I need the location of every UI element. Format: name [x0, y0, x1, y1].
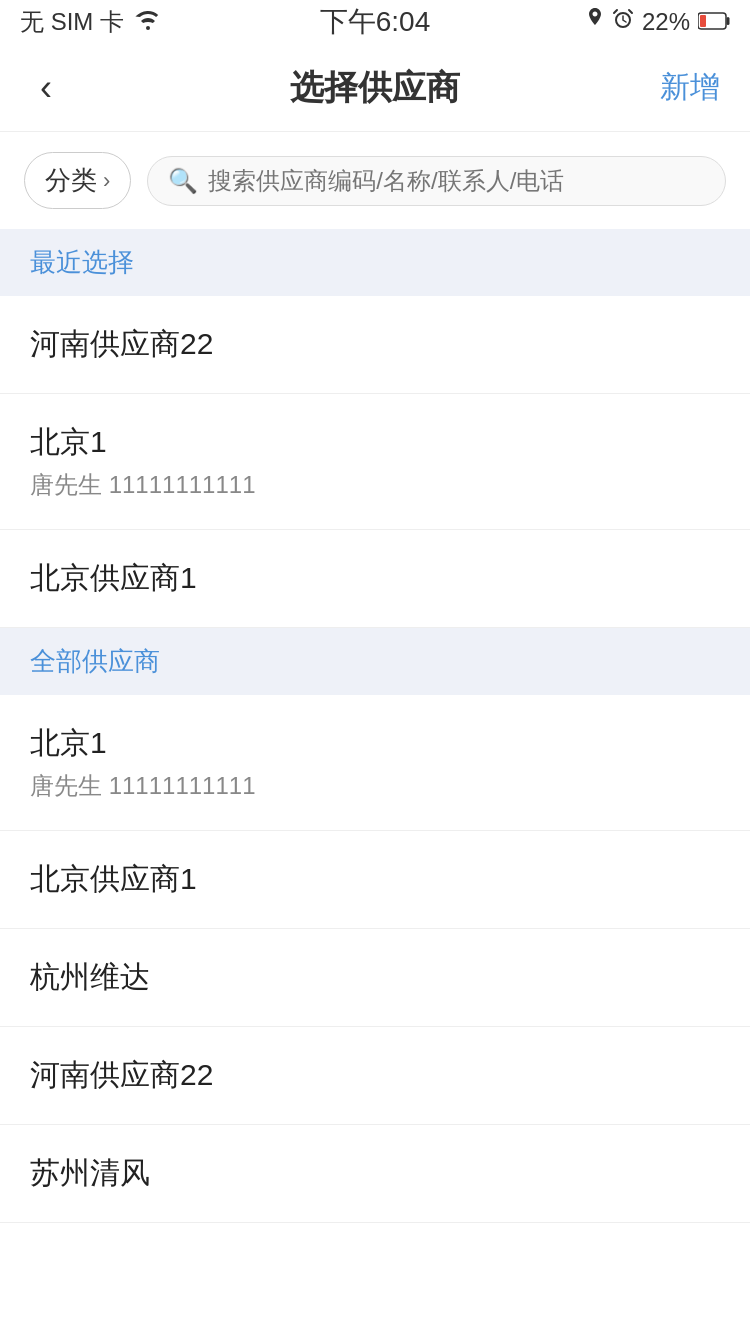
- battery-icon: [698, 8, 730, 36]
- item-name: 河南供应商22: [30, 1055, 720, 1096]
- recent-section-label: 最近选择: [30, 247, 134, 277]
- nav-bar: ‹ 选择供应商 新增: [0, 44, 750, 132]
- list-item[interactable]: 北京供应商1: [0, 530, 750, 628]
- all-items-list: 北京1 唐先生 11111111111 北京供应商1 杭州维达 河南供应商22 …: [0, 695, 750, 1223]
- list-item[interactable]: 北京1 唐先生 11111111111: [0, 394, 750, 530]
- item-name: 河南供应商22: [30, 324, 720, 365]
- back-button[interactable]: ‹: [30, 57, 62, 119]
- category-filter-button[interactable]: 分类 ›: [24, 152, 131, 209]
- recent-items-list: 河南供应商22 北京1 唐先生 11111111111 北京供应商1: [0, 296, 750, 628]
- svg-rect-3: [700, 15, 706, 27]
- status-time: 下午6:04: [320, 3, 431, 41]
- svg-rect-2: [727, 17, 730, 25]
- item-name: 北京供应商1: [30, 558, 720, 599]
- recent-section-header: 最近选择: [0, 229, 750, 296]
- list-item[interactable]: 河南供应商22: [0, 296, 750, 394]
- status-bar: 无 SIM 卡 下午6:04 22%: [0, 0, 750, 44]
- search-icon: 🔍: [168, 167, 198, 195]
- item-sub: 唐先生 11111111111: [30, 770, 720, 802]
- item-name: 北京供应商1: [30, 859, 720, 900]
- all-section-label: 全部供应商: [30, 646, 160, 676]
- item-sub: 唐先生 11111111111: [30, 469, 720, 501]
- search-input[interactable]: [208, 167, 705, 195]
- list-item[interactable]: 苏州清风: [0, 1125, 750, 1223]
- item-name: 北京1: [30, 723, 720, 764]
- category-label: 分类: [45, 163, 97, 198]
- status-right: 22%: [586, 8, 730, 36]
- alarm-icon: [612, 8, 634, 36]
- page-title: 选择供应商: [290, 65, 460, 111]
- all-section-header: 全部供应商: [0, 628, 750, 695]
- list-item[interactable]: 北京1 唐先生 11111111111: [0, 695, 750, 831]
- location-icon: [586, 8, 604, 36]
- list-item[interactable]: 河南供应商22: [0, 1027, 750, 1125]
- filter-bar: 分类 › 🔍: [0, 132, 750, 229]
- carrier-text: 无 SIM 卡: [20, 6, 124, 38]
- search-box: 🔍: [147, 156, 726, 206]
- status-left: 无 SIM 卡: [20, 6, 162, 38]
- list-item[interactable]: 北京供应商1: [0, 831, 750, 929]
- chevron-right-icon: ›: [103, 168, 110, 194]
- wifi-icon: [134, 8, 162, 36]
- add-button[interactable]: 新增: [660, 67, 720, 108]
- item-name: 杭州维达: [30, 957, 720, 998]
- item-name: 北京1: [30, 422, 720, 463]
- battery-text: 22%: [642, 8, 690, 36]
- list-item[interactable]: 杭州维达: [0, 929, 750, 1027]
- item-name: 苏州清风: [30, 1153, 720, 1194]
